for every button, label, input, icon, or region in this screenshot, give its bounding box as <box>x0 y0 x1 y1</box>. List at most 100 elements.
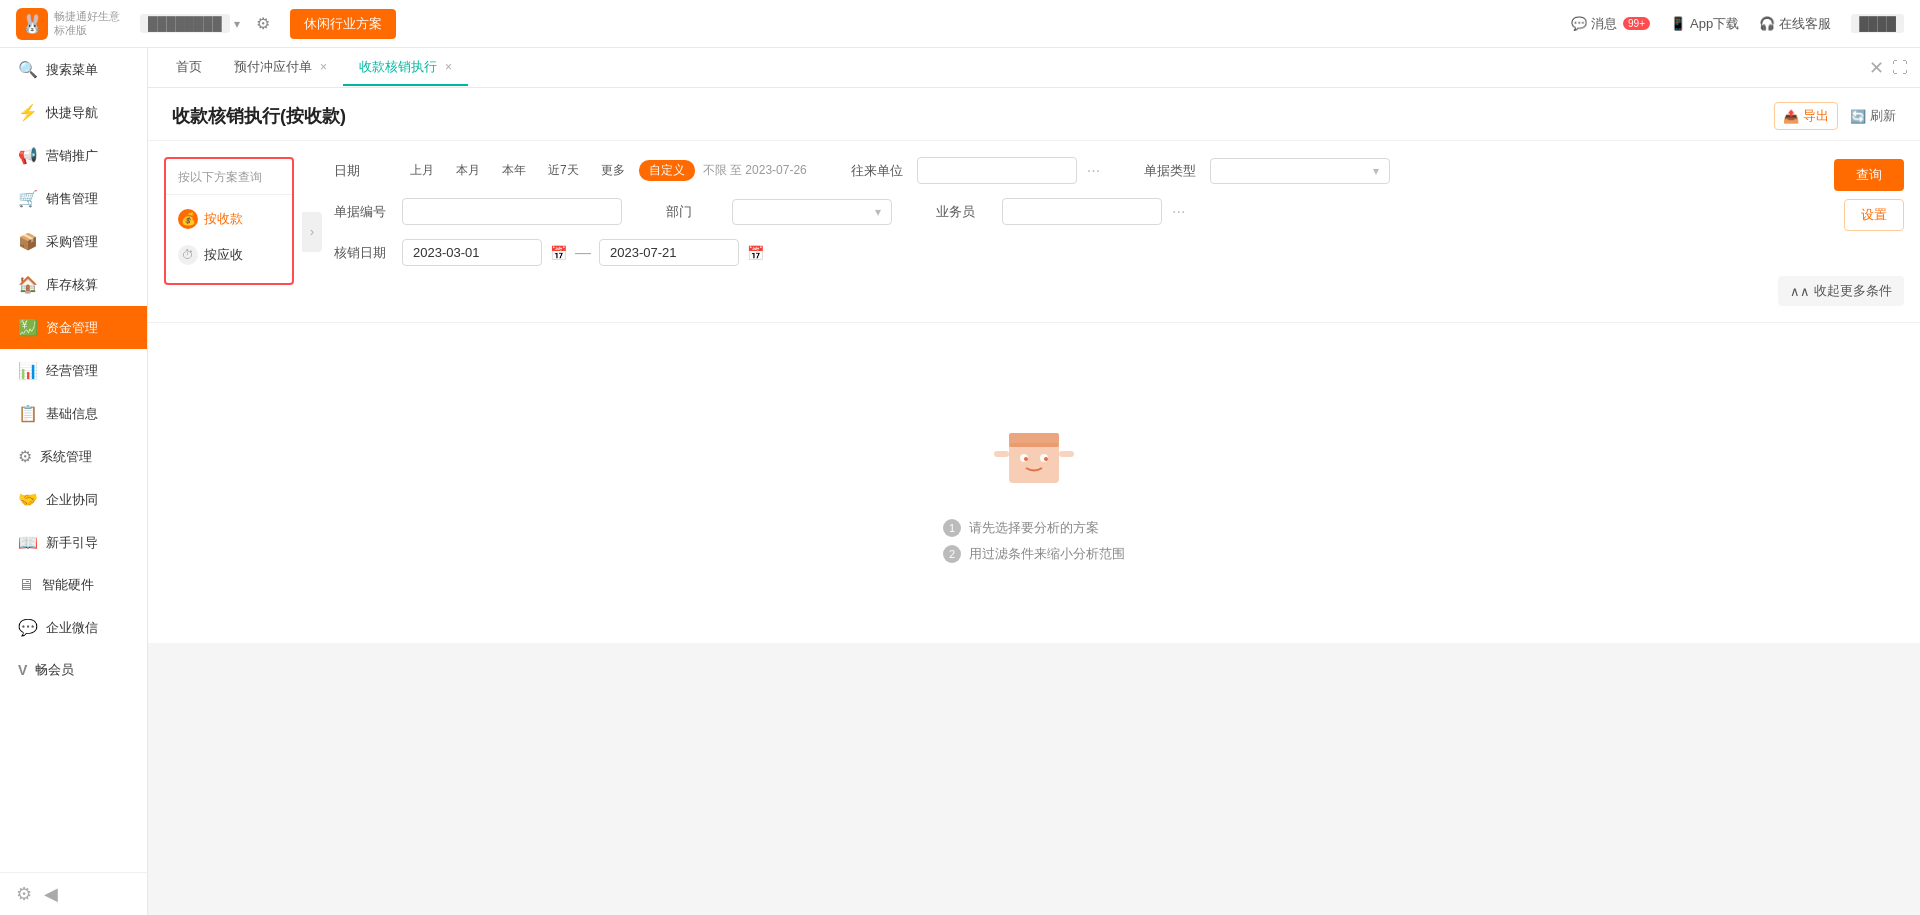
date-buttons-group: 上月 本月 本年 近7天 更多 自定义 <box>402 160 695 181</box>
sidebar-item-guide[interactable]: 📖 新手引导 <box>0 521 147 564</box>
sidebar-item-quicknav[interactable]: ⚡ 快捷导航 <box>0 91 147 134</box>
sidebar-label-wechat: 企业微信 <box>46 619 98 637</box>
username-display: ████ <box>1851 14 1904 33</box>
refresh-button[interactable]: 🔄 刷新 <box>1850 107 1896 125</box>
doc-type-field: 单据类型 ▾ <box>1144 158 1390 184</box>
filter-query-actions: 查询 设置 <box>1818 157 1904 231</box>
tip-text-1: 请先选择要分析的方案 <box>969 519 1099 537</box>
calendar-to-icon[interactable]: 📅 <box>747 245 764 261</box>
solution-button[interactable]: 休闲行业方案 <box>290 9 396 39</box>
doc-type-label: 单据类型 <box>1144 162 1204 180</box>
tab-home[interactable]: 首页 <box>160 50 218 86</box>
hardware-icon: 🖥 <box>18 576 34 594</box>
wechat-icon: 💬 <box>18 618 38 637</box>
collapse-sidebar-icon[interactable]: ◀ <box>44 883 58 905</box>
salesperson-dots-icon[interactable]: ··· <box>1172 203 1185 221</box>
sidebar-label-quicknav: 快捷导航 <box>46 104 98 122</box>
counterpart-dots-icon[interactable]: ··· <box>1087 162 1100 180</box>
date-this-month[interactable]: 本月 <box>448 160 488 181</box>
chevron-down-icon[interactable]: ▾ <box>234 17 240 31</box>
export-icon: 📤 <box>1783 109 1799 124</box>
counterpart-input[interactable] <box>917 157 1077 184</box>
collapse-more-button[interactable]: ∧∧ 收起更多条件 <box>1778 276 1904 306</box>
verification-date-row: 核销日期 📅 — 📅 <box>334 239 1818 266</box>
tab-prepay-close[interactable]: × <box>320 60 327 74</box>
gear-icon[interactable]: ⚙ <box>256 14 270 33</box>
date-custom[interactable]: 自定义 <box>639 160 695 181</box>
refresh-icon: 🔄 <box>1850 109 1866 124</box>
sidebar-item-inventory[interactable]: 🏠 库存核算 <box>0 263 147 306</box>
tab-collection[interactable]: 收款核销执行 × <box>343 50 468 86</box>
sidebar-item-hardware[interactable]: 🖥 智能硬件 <box>0 564 147 606</box>
sidebar-label-guide: 新手引导 <box>46 534 98 552</box>
sidebar-label-sales: 销售管理 <box>46 190 98 208</box>
collapse-left-arrow[interactable]: › <box>302 212 322 252</box>
tip-num-2: 2 <box>943 545 961 563</box>
chevron-up-icon: ∧∧ <box>1790 284 1810 299</box>
logo-icon: 🐰 <box>16 8 48 40</box>
dept-chevron-icon: ▾ <box>875 205 881 219</box>
finance-icon: 💹 <box>18 318 38 337</box>
tabbar-expand-icon[interactable]: ⛶ <box>1892 59 1908 77</box>
calendar-from-icon[interactable]: 📅 <box>550 245 567 261</box>
sidebar-item-wechat[interactable]: 💬 企业微信 <box>0 606 147 649</box>
filter-date-row: 日期 上月 本月 本年 近7天 更多 自定义 <box>334 157 1818 184</box>
empty-tip-1: 1 请先选择要分析的方案 <box>943 519 1125 537</box>
sidebar-label-member: 畅会员 <box>35 661 74 679</box>
date-last-month[interactable]: 上月 <box>402 160 442 181</box>
receivable-label: 按应收 <box>204 246 243 264</box>
sidebar-label-operations: 经营管理 <box>46 362 98 380</box>
page-title: 收款核销执行(按收款) <box>172 104 346 128</box>
date-7-days[interactable]: 近7天 <box>540 160 587 181</box>
company-name: ████████ <box>140 14 230 33</box>
verification-date-from[interactable] <box>402 239 542 266</box>
sidebar-item-search[interactable]: 🔍 搜索菜单 <box>0 48 147 91</box>
docno-input[interactable] <box>402 198 622 225</box>
logo-text: 畅捷通好生意 标准版 <box>54 10 120 36</box>
tab-collection-close[interactable]: × <box>445 60 452 74</box>
salesperson-input[interactable] <box>1002 198 1162 225</box>
tab-prepay[interactable]: 预付冲应付单 × <box>218 50 343 86</box>
filter-by-receivable[interactable]: ⏱ 按应收 <box>166 237 292 273</box>
counterpart-label: 往来单位 <box>851 162 911 180</box>
tabbar-close-icon[interactable]: ✕ <box>1869 57 1884 79</box>
verification-date-label: 核销日期 <box>334 244 394 262</box>
docno-label: 单据编号 <box>334 203 394 221</box>
verification-date-to[interactable] <box>599 239 739 266</box>
sidebar-item-finance[interactable]: 💹 资金管理 <box>0 306 147 349</box>
sidebar-label-marketing: 营销推广 <box>46 147 98 165</box>
query-button[interactable]: 查询 <box>1834 159 1904 191</box>
sidebar-label-search: 搜索菜单 <box>46 61 98 79</box>
filter-by-collection[interactable]: 💰 按收款 <box>166 201 292 237</box>
export-button[interactable]: 📤 导出 <box>1774 102 1838 130</box>
content-inner: 收款核销执行(按收款) 📤 导出 🔄 刷新 <box>148 88 1920 643</box>
date-more[interactable]: 更多 <box>593 160 633 181</box>
dept-select[interactable]: ▾ <box>732 199 892 225</box>
tabbar: 首页 预付冲应付单 × 收款核销执行 × ✕ ⛶ <box>148 48 1920 88</box>
svg-point-5 <box>1044 457 1048 461</box>
sidebar-item-member[interactable]: V 畅会员 <box>0 649 147 691</box>
docno-field: 单据编号 <box>334 198 622 225</box>
logo: 🐰 畅捷通好生意 标准版 <box>16 8 120 40</box>
sidebar-item-system[interactable]: ⚙ 系统管理 <box>0 435 147 478</box>
sidebar-item-marketing[interactable]: 📢 营销推广 <box>0 134 147 177</box>
date-this-year[interactable]: 本年 <box>494 160 534 181</box>
settings-button[interactable]: 设置 <box>1844 199 1904 231</box>
settings-bottom-icon[interactable]: ⚙ <box>16 883 32 905</box>
sales-icon: 🛒 <box>18 189 38 208</box>
online-service-button[interactable]: 🎧 在线客服 <box>1759 15 1831 33</box>
message-icon: 💬 <box>1571 16 1587 31</box>
app-download-button[interactable]: 📱 App下载 <box>1670 15 1739 33</box>
sidebar-item-purchase[interactable]: 📦 采购管理 <box>0 220 147 263</box>
receivable-icon: ⏱ <box>178 245 198 265</box>
sidebar-item-sales[interactable]: 🛒 销售管理 <box>0 177 147 220</box>
sidebar-item-basic-info[interactable]: 📋 基础信息 <box>0 392 147 435</box>
tip-num-1: 1 <box>943 519 961 537</box>
messages-button[interactable]: 💬 消息 99+ <box>1571 15 1650 33</box>
svg-rect-6 <box>994 451 1009 457</box>
basic-info-icon: 📋 <box>18 404 38 423</box>
doc-type-select[interactable]: ▾ <box>1210 158 1390 184</box>
sidebar-item-collab[interactable]: 🤝 企业协同 <box>0 478 147 521</box>
sidebar-item-operations[interactable]: 📊 经营管理 <box>0 349 147 392</box>
company-selector[interactable]: ████████ ▾ <box>140 14 240 33</box>
